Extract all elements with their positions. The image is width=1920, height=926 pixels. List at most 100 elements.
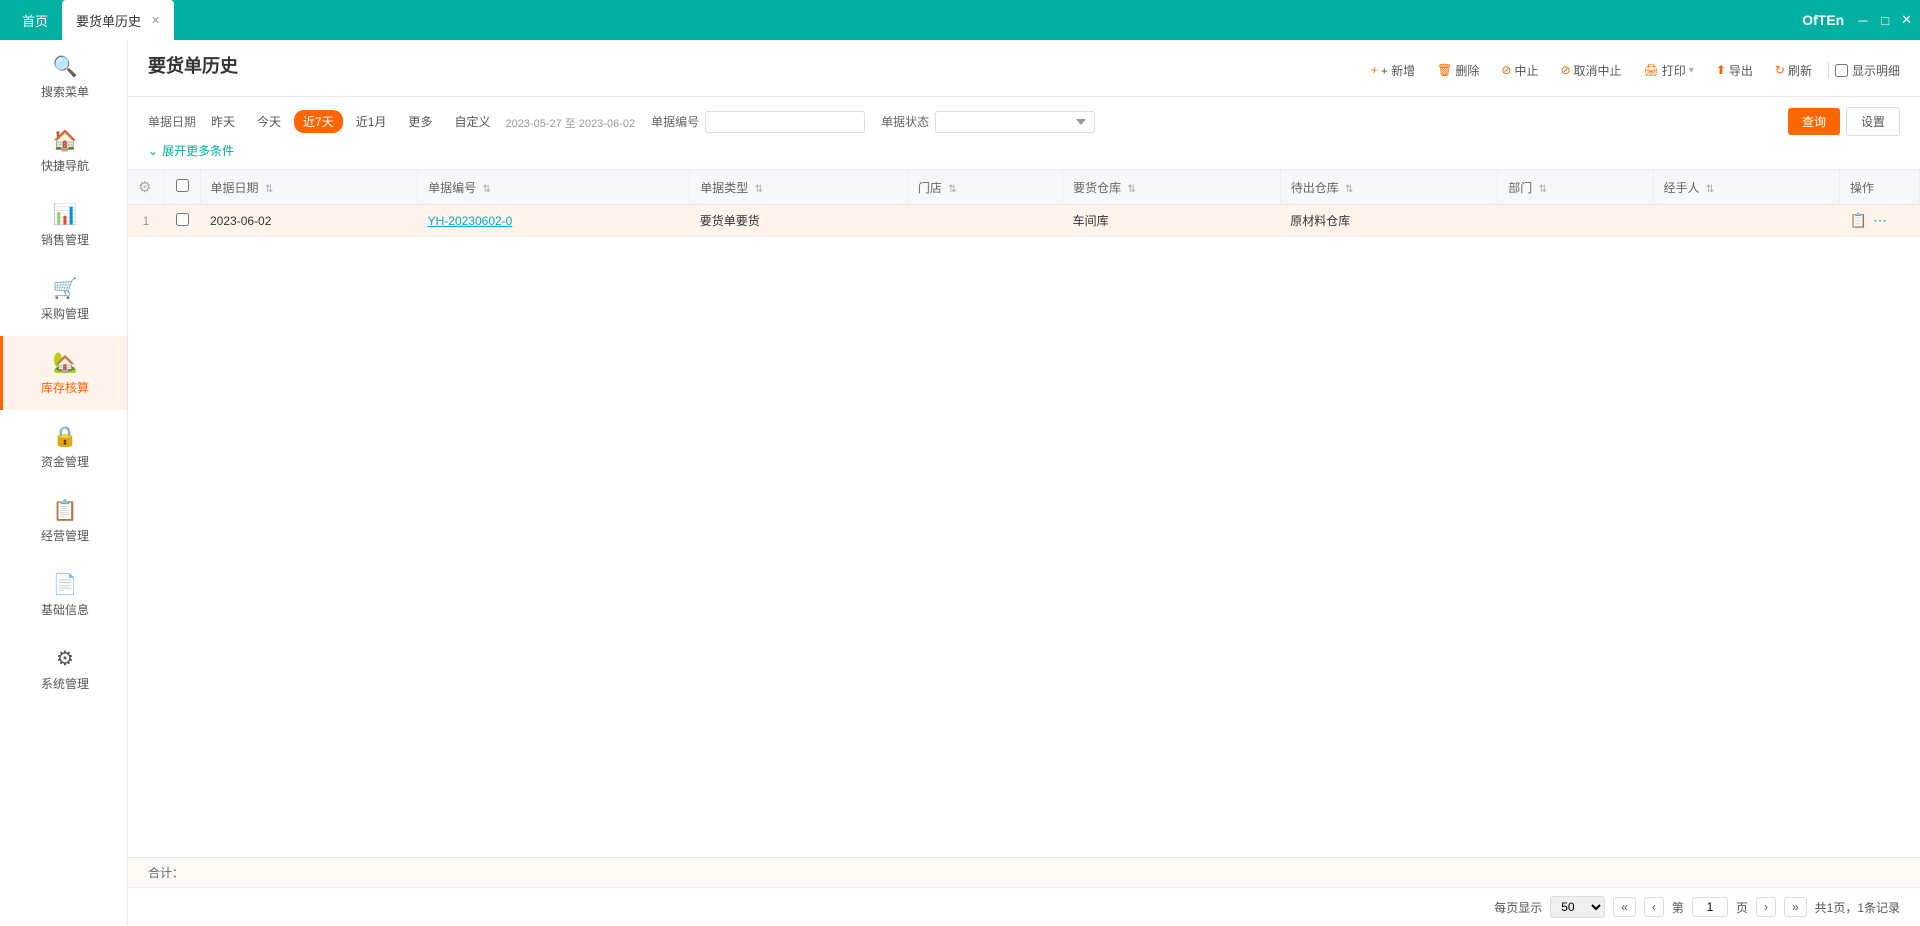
- cancel-stop-icon: ⊘: [1560, 63, 1570, 77]
- sidebar-item-inventory[interactable]: 🏡 库存核算: [0, 336, 127, 410]
- sidebar-item-sales[interactable]: 📊 销售管理: [0, 188, 127, 262]
- th-doc-no: 单据编号 ⇅: [418, 170, 690, 205]
- sort-store-icon[interactable]: ⇅: [948, 184, 956, 195]
- th-doc-type: 单据类型 ⇅: [690, 170, 908, 205]
- th-action: 操作: [1840, 170, 1920, 205]
- date-tag-1month[interactable]: 近1月: [347, 110, 396, 133]
- filter-row: 单据日期 昨天 今天 近7天 近1月 更多 自定义 2023-05-27 至 2…: [148, 107, 1900, 136]
- print-chevron-icon: ▾: [1689, 65, 1694, 76]
- footer-label: 合计：: [148, 866, 184, 880]
- page-number-input[interactable]: [1692, 897, 1728, 917]
- row-edit-icon[interactable]: 📋: [1850, 212, 1867, 229]
- table-body: 1 2023-06-02 YH-20230602-0 要货单要货 车间库 原材料…: [128, 205, 1920, 237]
- filter-area: 单据日期 昨天 今天 近7天 近1月 更多 自定义 2023-05-27 至 2…: [128, 97, 1920, 170]
- quick-nav-icon: 🏠: [53, 128, 78, 153]
- query-button[interactable]: 查询: [1788, 108, 1840, 135]
- cancel-stop-button[interactable]: ⊘ 取消中止: [1550, 58, 1631, 83]
- brand-label: OfTEn: [1802, 12, 1844, 28]
- sort-handler-icon[interactable]: ⇅: [1706, 184, 1714, 195]
- top-tab-bar: 首页 要货单历史 ✕ OfTEn － □ ✕: [0, 0, 1920, 40]
- delete-button[interactable]: 🗑 删除: [1427, 58, 1489, 83]
- select-all-checkbox[interactable]: [176, 179, 189, 192]
- table-header-row: ⚙ 单据日期 ⇅ 单据编号 ⇅: [128, 170, 1920, 205]
- sidebar-item-quick-nav[interactable]: 🏠 快捷导航: [0, 114, 127, 188]
- sidebar-item-search-menu[interactable]: 🔍 搜索菜单: [0, 40, 127, 114]
- tab-home[interactable]: 首页: [8, 0, 62, 40]
- doc-number-input[interactable]: [705, 111, 865, 133]
- window-maximize-btn[interactable]: □: [1881, 13, 1889, 28]
- status-select[interactable]: [935, 111, 1095, 133]
- table-container: ⚙ 单据日期 ⇅ 单据编号 ⇅: [128, 170, 1920, 857]
- date-tag-7days[interactable]: 近7天: [294, 110, 343, 133]
- operation-icon: 📋: [53, 498, 78, 523]
- date-filter-group: 单据日期 昨天 今天 近7天 近1月 更多 自定义 2023-05-27 至 2…: [148, 110, 635, 133]
- row-more-icon[interactable]: ⋯: [1873, 212, 1887, 229]
- per-page-select[interactable]: 50 20 100 200: [1550, 896, 1605, 918]
- th-settings: ⚙: [128, 170, 164, 205]
- table-settings-icon[interactable]: ⚙: [138, 179, 151, 196]
- last-page-btn[interactable]: »: [1784, 897, 1807, 917]
- stop-icon: ⊘: [1501, 63, 1511, 77]
- th-department: 部门 ⇅: [1498, 170, 1653, 205]
- doc-no-link[interactable]: YH-20230602-0: [428, 214, 513, 228]
- sidebar-item-system[interactable]: ⚙ 系统管理: [0, 632, 127, 706]
- page-label: 第: [1672, 899, 1684, 916]
- stop-button[interactable]: ⊘ 中止: [1491, 58, 1548, 83]
- sort-pending-warehouse-icon[interactable]: ⇅: [1345, 184, 1353, 195]
- new-button[interactable]: + + 新增: [1361, 58, 1425, 83]
- row-req-warehouse: 车间库: [1063, 205, 1281, 237]
- date-filter-label: 单据日期: [148, 113, 196, 130]
- sidebar-item-operation[interactable]: 📋 经营管理: [0, 484, 127, 558]
- print-icon: 🖨: [1644, 63, 1659, 77]
- delete-icon: 🗑: [1437, 63, 1452, 77]
- date-tag-custom[interactable]: 自定义: [445, 110, 499, 133]
- status-label: 单据状态: [881, 113, 929, 130]
- tab-order-history[interactable]: 要货单历史 ✕: [62, 0, 174, 40]
- row-checkbox[interactable]: [176, 213, 189, 226]
- sidebar-item-label: 搜索菜单: [41, 83, 89, 100]
- sort-docno-icon[interactable]: ⇅: [482, 184, 490, 195]
- sidebar-item-purchase[interactable]: 🛒 采购管理: [0, 262, 127, 336]
- refresh-button[interactable]: ↻ 刷新: [1765, 58, 1822, 83]
- expand-more-btn[interactable]: ⌄ 展开更多条件: [148, 142, 1900, 159]
- sidebar-item-label: 经营管理: [41, 527, 89, 544]
- show-detail-checkbox[interactable]: [1835, 64, 1848, 77]
- basic-info-icon: 📄: [53, 572, 78, 597]
- row-handler: [1653, 205, 1839, 237]
- prev-page-btn[interactable]: ‹: [1644, 897, 1664, 917]
- first-page-btn[interactable]: «: [1613, 897, 1636, 917]
- content-area: 要货单历史 + + 新增 🗑 删除 ⊘ 中止 ⊘: [128, 40, 1920, 926]
- date-tag-yesterday[interactable]: 昨天: [202, 110, 244, 133]
- sort-req-warehouse-icon[interactable]: ⇅: [1127, 184, 1135, 195]
- sort-date-icon[interactable]: ⇅: [265, 184, 273, 195]
- window-close-btn[interactable]: ✕: [1901, 12, 1912, 28]
- row-department: [1498, 205, 1653, 237]
- sidebar-item-finance[interactable]: 🔒 资金管理: [0, 410, 127, 484]
- refresh-icon: ↻: [1775, 63, 1785, 77]
- row-doc-type: 要货单要货: [690, 205, 908, 237]
- tab-close-icon[interactable]: ✕: [151, 14, 160, 27]
- settings-button[interactable]: 设置: [1846, 107, 1900, 136]
- toolbar-separator: [1828, 62, 1829, 78]
- sidebar-item-label: 快捷导航: [41, 157, 89, 174]
- sort-dept-icon[interactable]: ⇅: [1539, 184, 1547, 195]
- status-filter-group: 单据状态: [881, 111, 1095, 133]
- sidebar-item-label: 系统管理: [41, 675, 89, 692]
- date-tag-more[interactable]: 更多: [399, 110, 441, 133]
- per-page-label: 每页显示: [1494, 899, 1542, 916]
- sidebar-item-basic-info[interactable]: 📄 基础信息: [0, 558, 127, 632]
- window-minimize-btn[interactable]: －: [1856, 11, 1869, 30]
- table-row: 1 2023-06-02 YH-20230602-0 要货单要货 车间库 原材料…: [128, 205, 1920, 237]
- sidebar-item-label: 采购管理: [41, 305, 89, 322]
- sort-doctype-icon[interactable]: ⇅: [755, 184, 763, 195]
- next-page-btn[interactable]: ›: [1756, 897, 1776, 917]
- date-filter-tags: 昨天 今天 近7天 近1月 更多 自定义: [202, 110, 499, 133]
- data-table: ⚙ 单据日期 ⇅ 单据编号 ⇅: [128, 170, 1920, 237]
- row-actions: 📋 ⋯: [1840, 205, 1920, 237]
- export-button[interactable]: ⬆ 导出: [1706, 58, 1763, 83]
- sidebar-item-label: 基础信息: [41, 601, 89, 618]
- print-button[interactable]: 🖨 打印 ▾: [1634, 58, 1704, 83]
- date-tag-today[interactable]: 今天: [248, 110, 290, 133]
- sales-icon: 📊: [53, 202, 78, 227]
- export-icon: ⬆: [1716, 63, 1726, 77]
